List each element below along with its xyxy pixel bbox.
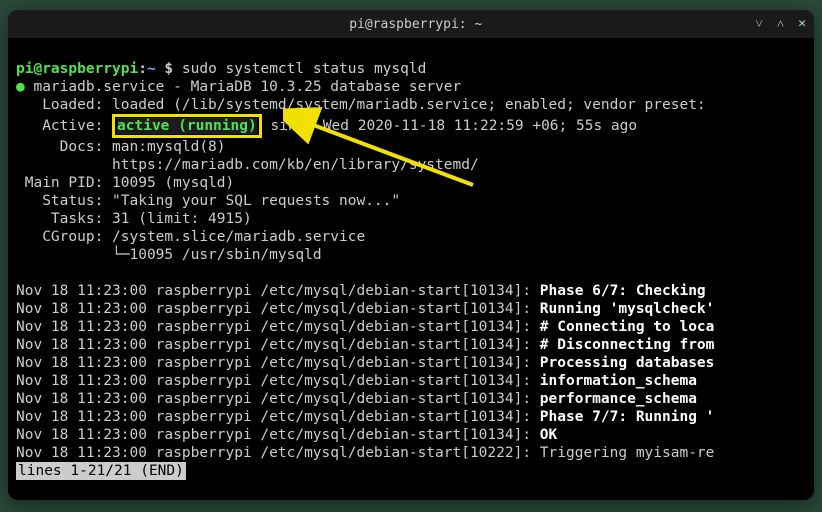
log-prefix: Nov 18 11:23:00 raspberrypi /etc/mysql/d… [16,301,540,317]
log-prefix: Nov 18 11:23:00 raspberrypi /etc/mysql/d… [16,373,540,389]
terminal-window: pi@raspberrypi: ~ ˅ ˄ ✕ pi@raspberrypi:~… [8,10,814,500]
titlebar: pi@raspberrypi: ~ ˅ ˄ ✕ [8,10,814,38]
status-text: "Taking your SQL requests now..." [112,193,400,209]
prompt-path: ~ [147,61,156,77]
cgroup-child: └─10095 /usr/sbin/mysqld [112,247,322,263]
unit-line: mariadb.service - MariaDB 10.3.25 databa… [33,79,461,95]
log-message: Running 'mysqlcheck' [540,301,715,317]
docs-1: man:mysqld(8) [112,139,226,155]
annotation-arrow-icon [283,105,483,195]
maximize-icon[interactable]: ˄ [777,16,784,32]
log-prefix: Nov 18 11:23:00 raspberrypi /etc/mysql/d… [16,427,540,443]
log-message: performance_schema [540,391,697,407]
window-controls: ˅ ˄ ✕ [755,16,806,32]
log-prefix: Nov 18 11:23:00 raspberrypi /etc/mysql/d… [16,319,540,335]
log-message: information_schema [540,373,697,389]
log-prefix: Nov 18 11:23:00 raspberrypi /etc/mysql/d… [16,445,540,461]
log-message: # Disconnecting from [540,337,715,353]
log-message: OK [540,427,557,443]
main-pid: 10095 (mysqld) [112,175,234,191]
log-prefix: Nov 18 11:23:00 raspberrypi /etc/mysql/d… [16,409,540,425]
log-prefix: Nov 18 11:23:00 raspberrypi /etc/mysql/d… [16,355,540,371]
tasks-value: 31 (limit: 4915) [112,211,252,227]
log-prefix: Nov 18 11:23:00 raspberrypi /etc/mysql/d… [16,283,540,299]
log-prefix: Nov 18 11:23:00 raspberrypi /etc/mysql/d… [16,337,540,353]
log-message: Triggering myisam-re [540,445,715,461]
log-prefix: Nov 18 11:23:00 raspberrypi /etc/mysql/d… [16,391,540,407]
log-message: Phase 6/7: Checking [540,283,706,299]
prompt-user: pi@raspberrypi [16,61,138,77]
command-text: sudo systemctl status mysqld [182,61,426,77]
pager-status: lines 1-21/21 (END) [16,462,186,480]
log-lines: Nov 18 11:23:00 raspberrypi /etc/mysql/d… [16,282,806,462]
close-icon[interactable]: ✕ [798,16,806,32]
log-message: Processing databases [540,355,715,371]
highlight-box: active (running) [112,114,262,138]
log-message: # Connecting to loca [540,319,715,335]
active-status: active (running) [117,118,257,134]
cgroup-value: /system.slice/mariadb.service [112,229,365,245]
minimize-icon[interactable]: ˅ [755,16,762,32]
status-dot-icon: ● [16,79,25,95]
log-message: Phase 7/7: Running ' [540,409,715,425]
window-title: pi@raspberrypi: ~ [76,17,755,32]
